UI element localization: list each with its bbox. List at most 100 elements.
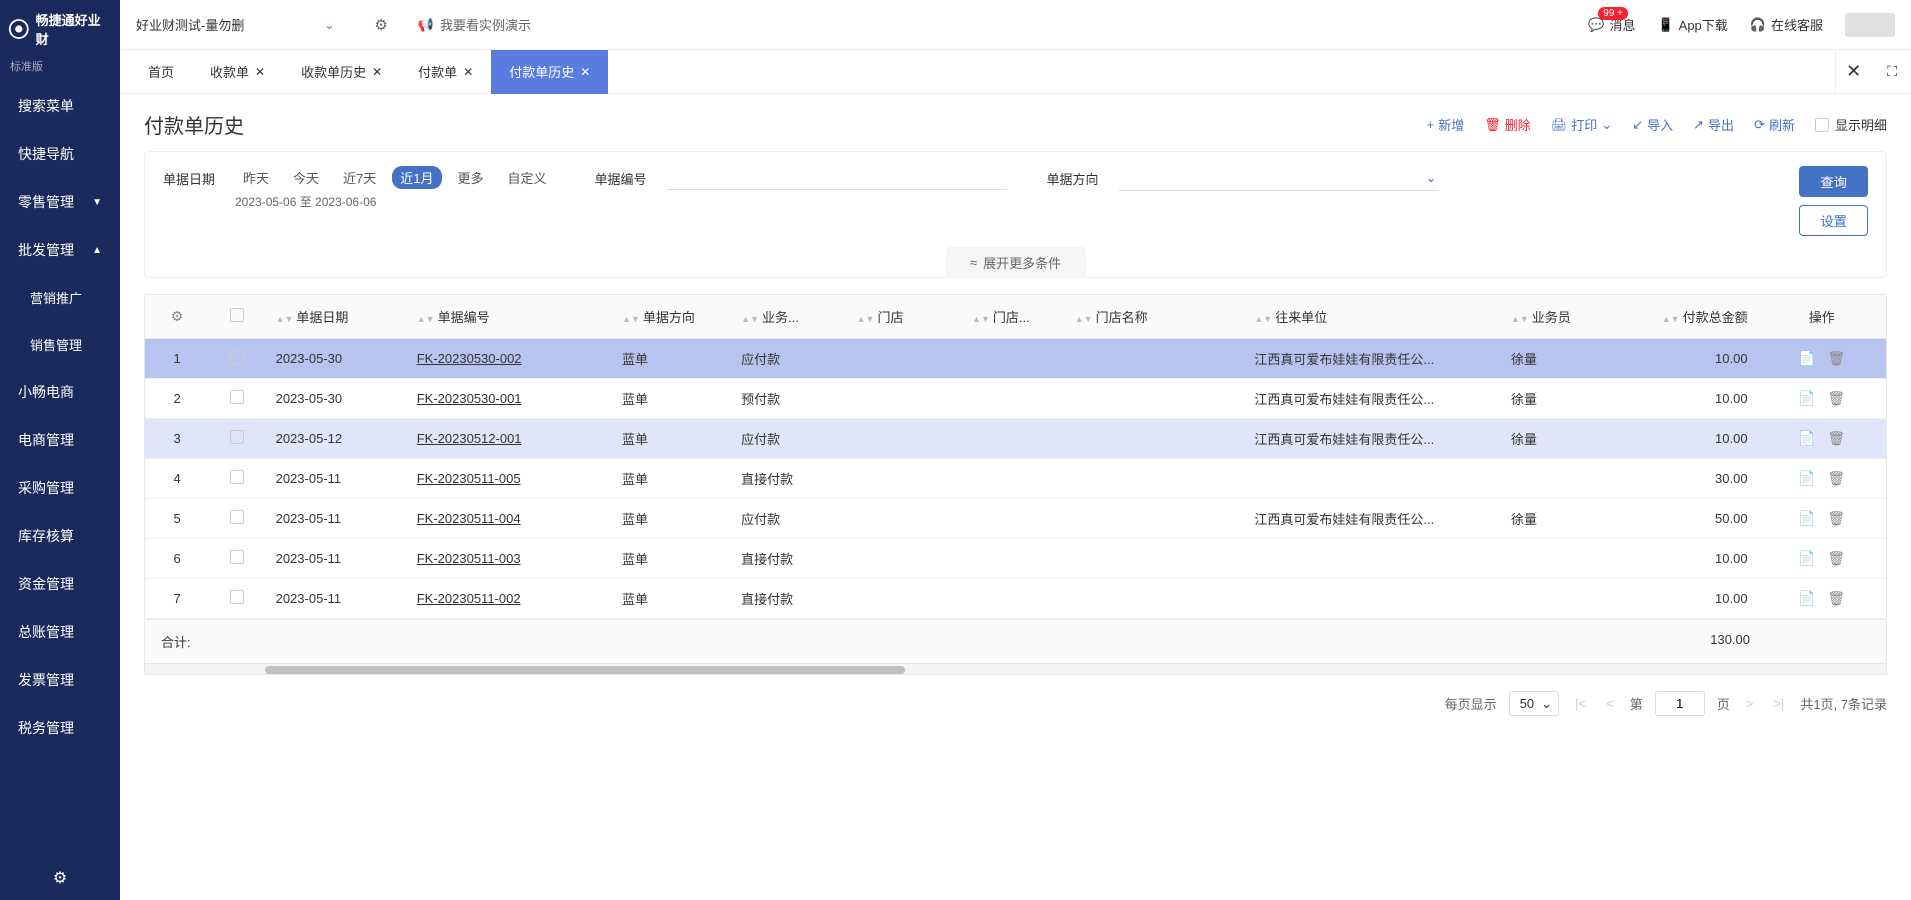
sidebar-item-6[interactable]: 小畅电商	[0, 368, 120, 416]
view-icon[interactable]: 📄	[1798, 590, 1815, 606]
sidebar-settings-icon[interactable]: ⚙	[0, 856, 120, 900]
sidebar-item-0[interactable]: 搜索菜单	[0, 82, 120, 130]
page-input[interactable]	[1655, 691, 1705, 716]
row-checkbox[interactable]	[230, 350, 244, 364]
customer-service-button[interactable]: 🎧 在线客服	[1750, 15, 1823, 34]
org-selector[interactable]: 好业财测试-量勿删 ⌄	[136, 15, 354, 34]
delete-icon[interactable]: 🗑	[1827, 390, 1845, 406]
doc-link[interactable]: FK-20230530-001	[417, 391, 522, 406]
expand-conditions-button[interactable]: ≈ 展开更多条件	[946, 247, 1086, 278]
table-row[interactable]: 3 2023-05-12 FK-20230512-001 蓝单 应付款 江西真可…	[145, 419, 1886, 459]
gear-icon[interactable]: ⚙	[374, 16, 387, 34]
tab-4[interactable]: 付款单历史✕	[491, 50, 608, 94]
tab-2[interactable]: 收款单历史✕	[283, 50, 400, 94]
table-row[interactable]: 5 2023-05-11 FK-20230511-004 蓝单 应付款 江西真可…	[145, 499, 1886, 539]
tab-1[interactable]: 收款单✕	[192, 50, 283, 94]
sidebar-item-10[interactable]: 资金管理	[0, 560, 120, 608]
gear-icon[interactable]: ⚙	[171, 308, 184, 324]
sort-icon[interactable]: ▲▼	[1075, 316, 1093, 322]
table-row[interactable]: 7 2023-05-11 FK-20230511-002 蓝单 直接付款 10.…	[145, 579, 1886, 619]
show-detail-checkbox[interactable]: 显示明细	[1815, 115, 1887, 134]
row-checkbox[interactable]	[230, 430, 244, 444]
sidebar-item-13[interactable]: 税务管理	[0, 704, 120, 752]
doc-link[interactable]: FK-20230511-004	[417, 511, 521, 526]
view-icon[interactable]: 📄	[1798, 550, 1815, 566]
last-page-icon[interactable]: >|	[1769, 696, 1788, 711]
sidebar-item-12[interactable]: 发票管理	[0, 656, 120, 704]
sidebar-item-9[interactable]: 库存核算	[0, 512, 120, 560]
row-checkbox[interactable]	[230, 390, 244, 404]
sidebar-item-4[interactable]: 营销推广	[0, 274, 120, 321]
row-checkbox[interactable]	[230, 550, 244, 564]
add-button[interactable]: +新增	[1427, 115, 1465, 134]
delete-icon[interactable]: 🗑	[1827, 470, 1845, 486]
fullscreen-icon[interactable]: ⛶	[1883, 63, 1901, 80]
delete-button[interactable]: 🗑删除	[1484, 115, 1531, 134]
doc-link[interactable]: FK-20230511-003	[417, 551, 521, 566]
sidebar-item-11[interactable]: 总账管理	[0, 608, 120, 656]
delete-icon[interactable]: 🗑	[1827, 430, 1845, 446]
sort-icon[interactable]: ▲▼	[1662, 316, 1680, 322]
print-button[interactable]: 🖨打印 ⌄	[1551, 115, 1612, 134]
doc-link[interactable]: FK-20230512-001	[417, 431, 522, 446]
avatar[interactable]	[1845, 13, 1895, 37]
per-page-select[interactable]: 50⌄	[1509, 691, 1559, 716]
sidebar-item-1[interactable]: 快捷导航	[0, 130, 120, 178]
refresh-button[interactable]: ⟳刷新	[1754, 115, 1795, 134]
sidebar-item-5[interactable]: 销售管理	[0, 321, 120, 368]
close-icon[interactable]: ✕	[580, 65, 590, 79]
sidebar-item-3[interactable]: 批发管理▲	[0, 226, 120, 274]
row-checkbox[interactable]	[230, 510, 244, 524]
sort-icon[interactable]: ▲▼	[1254, 316, 1272, 322]
view-icon[interactable]: 📄	[1798, 430, 1815, 446]
sort-icon[interactable]: ▲▼	[741, 316, 759, 322]
close-all-tabs-icon[interactable]: ✕	[1835, 50, 1871, 94]
sort-icon[interactable]: ▲▼	[972, 316, 990, 322]
date-chip[interactable]: 更多	[450, 166, 492, 189]
tab-3[interactable]: 付款单✕	[400, 50, 491, 94]
delete-icon[interactable]: 🗑	[1827, 590, 1845, 606]
import-button[interactable]: ↙导入	[1632, 115, 1673, 134]
sort-icon[interactable]: ▲▼	[1511, 316, 1529, 322]
delete-icon[interactable]: 🗑	[1827, 550, 1845, 566]
view-icon[interactable]: 📄	[1798, 510, 1815, 526]
table-row[interactable]: 6 2023-05-11 FK-20230511-003 蓝单 直接付款 10.…	[145, 539, 1886, 579]
view-icon[interactable]: 📄	[1798, 470, 1815, 486]
demo-link[interactable]: 📢 我要看实例演示	[418, 15, 531, 34]
messages-button[interactable]: 💬 99 + 消息	[1588, 15, 1635, 34]
export-button[interactable]: ↗导出	[1693, 115, 1734, 134]
doc-number-input[interactable]	[667, 166, 1007, 190]
doc-link[interactable]: FK-20230511-002	[417, 591, 521, 606]
table-row[interactable]: 4 2023-05-11 FK-20230511-005 蓝单 直接付款 30.…	[145, 459, 1886, 499]
doc-link[interactable]: FK-20230530-002	[417, 351, 522, 366]
date-chip[interactable]: 近7天	[335, 166, 384, 189]
delete-icon[interactable]: 🗑	[1827, 350, 1845, 366]
first-page-icon[interactable]: |<	[1571, 696, 1590, 711]
sidebar-item-8[interactable]: 采购管理	[0, 464, 120, 512]
tab-0[interactable]: 首页	[130, 50, 192, 94]
close-icon[interactable]: ✕	[255, 65, 265, 79]
app-download-button[interactable]: 📱 App下载	[1657, 15, 1727, 34]
prev-page-icon[interactable]: <	[1602, 696, 1618, 711]
sort-icon[interactable]: ▲▼	[276, 316, 294, 322]
direction-select[interactable]: ⌄	[1119, 166, 1439, 191]
date-chip[interactable]: 今天	[285, 166, 327, 189]
row-checkbox[interactable]	[230, 590, 244, 604]
sidebar-item-2[interactable]: 零售管理▼	[0, 178, 120, 226]
table-row[interactable]: 2 2023-05-30 FK-20230530-001 蓝单 预付款 江西真可…	[145, 379, 1886, 419]
date-chip[interactable]: 昨天	[235, 166, 277, 189]
sort-icon[interactable]: ▲▼	[857, 316, 875, 322]
row-checkbox[interactable]	[230, 470, 244, 484]
horizontal-scrollbar[interactable]	[144, 663, 1887, 675]
view-icon[interactable]: 📄	[1798, 350, 1815, 366]
close-icon[interactable]: ✕	[463, 65, 473, 79]
next-page-icon[interactable]: >	[1742, 696, 1758, 711]
sidebar-item-7[interactable]: 电商管理	[0, 416, 120, 464]
close-icon[interactable]: ✕	[372, 65, 382, 79]
settings-button[interactable]: 设置	[1799, 205, 1868, 236]
query-button[interactable]: 查询	[1799, 166, 1868, 197]
table-row[interactable]: 1 2023-05-30 FK-20230530-002 蓝单 应付款 江西真可…	[145, 339, 1886, 379]
sort-icon[interactable]: ▲▼	[622, 316, 640, 322]
date-chip[interactable]: 自定义	[500, 166, 555, 189]
view-icon[interactable]: 📄	[1798, 390, 1815, 406]
